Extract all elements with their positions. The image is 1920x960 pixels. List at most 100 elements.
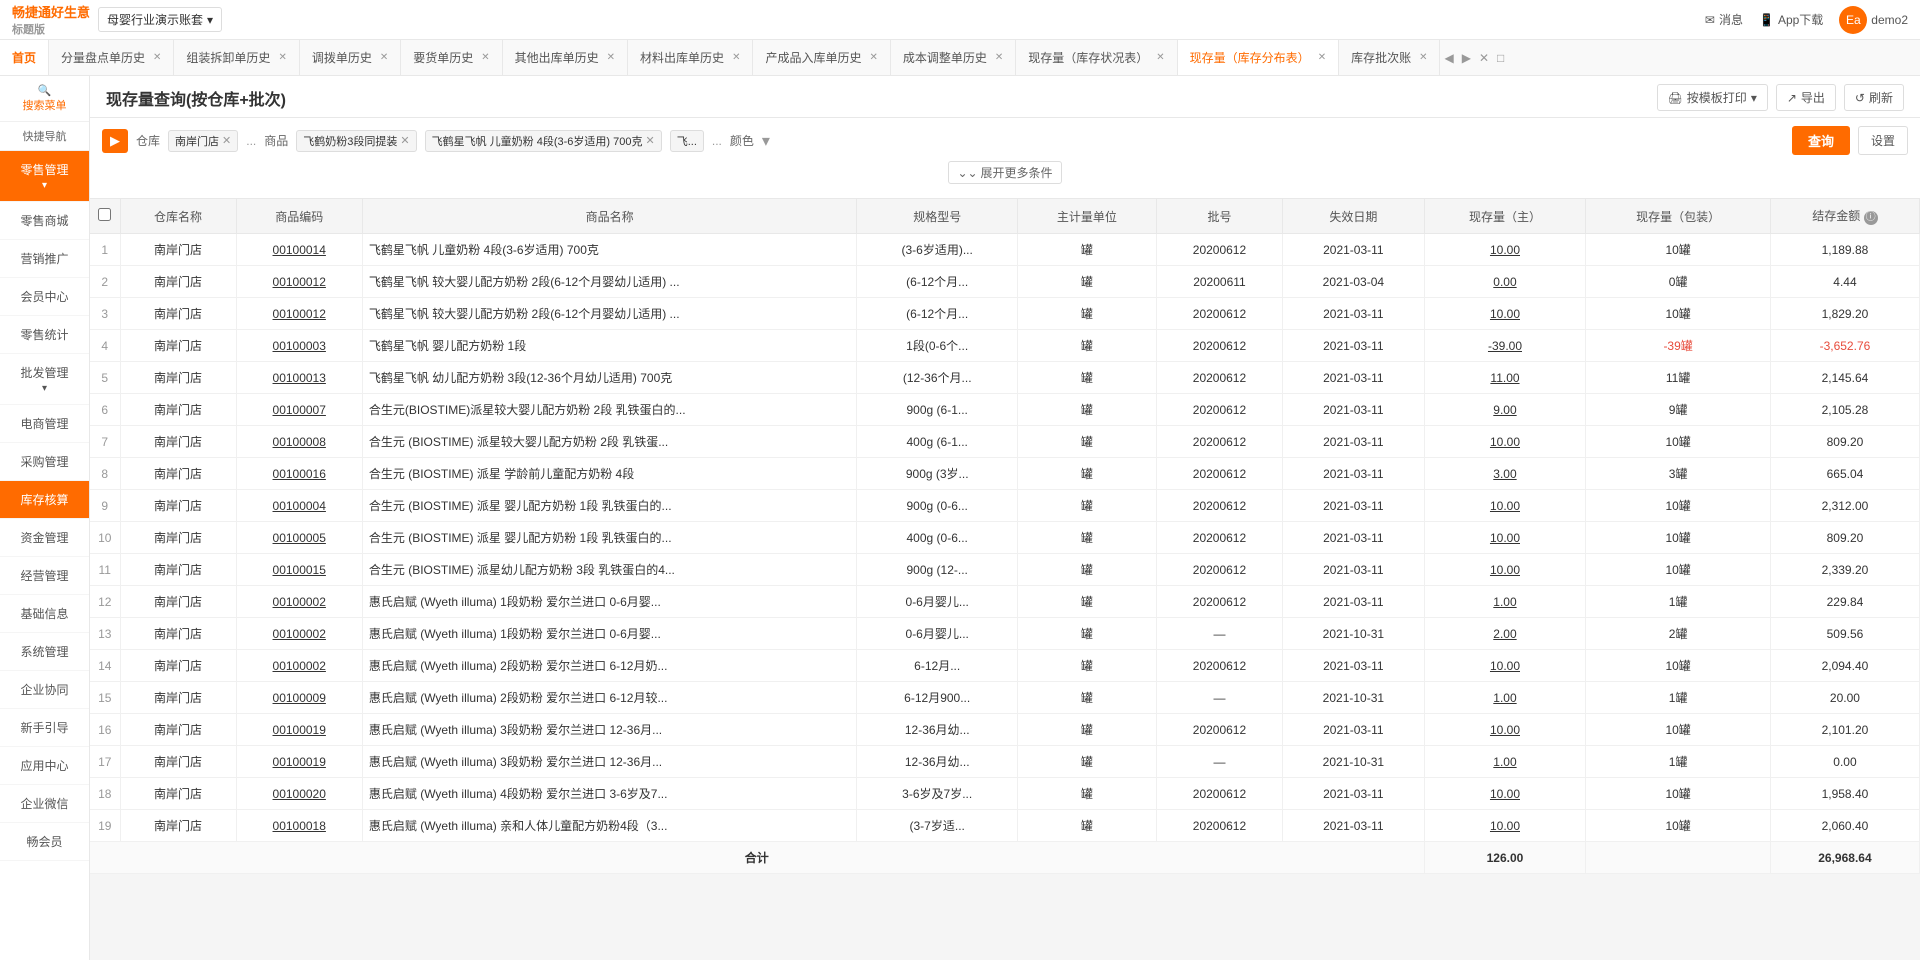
sidebar-item-shangcheng[interactable]: 零售商城 [0,202,89,240]
tab-xianzai2[interactable]: 现存量（库存分布表） ✕ [1178,40,1339,75]
sidebar-item-xinshou[interactable]: 新手引导 [0,709,89,747]
filter-dots-2[interactable]: ... [712,134,722,148]
cell-qty-main[interactable]: 10.00 [1424,714,1586,746]
tab-menu-button[interactable]: □ [1493,51,1508,65]
tab-close-icon[interactable]: ✕ [607,52,615,63]
remove-warehouse-filter-icon[interactable]: ✕ [222,134,231,147]
cell-qty-main[interactable]: 10.00 [1424,298,1586,330]
cell-qty-main[interactable]: 1.00 [1424,586,1586,618]
warehouse-filter-tag[interactable]: 南岸门店 ✕ [168,130,238,152]
select-all-checkbox[interactable] [98,208,111,221]
message-button[interactable]: ✉ 消息 [1705,11,1743,28]
cell-qty-main[interactable]: 10.00 [1424,522,1586,554]
cell-code[interactable]: 00100003 [236,330,362,362]
sidebar-item-caigou[interactable]: 采购管理 [0,443,89,481]
remove-product-filter-1-icon[interactable]: ✕ [400,134,409,147]
tab-close-icon[interactable]: ✕ [153,52,161,63]
cell-qty-main[interactable]: 2.00 [1424,618,1586,650]
sidebar-item-qiye[interactable]: 企业协同 [0,671,89,709]
sidebar-item-xitong[interactable]: 系统管理 [0,633,89,671]
sidebar-item-chaohui[interactable]: 畅会员 [0,823,89,861]
sidebar-item-lingxiao[interactable]: 零售管理 ▾ [0,151,89,202]
cell-code[interactable]: 00100013 [236,362,362,394]
warehouse-selector[interactable]: 母婴行业演示账套 ▾ [98,7,222,32]
sidebar-item-yingxiao[interactable]: 营销推广 [0,240,89,278]
cell-qty-main[interactable]: 10.00 [1424,490,1586,522]
cell-code[interactable]: 00100007 [236,394,362,426]
user-avatar[interactable]: Ea demo2 [1839,6,1908,34]
sidebar-item-weixin[interactable]: 企业微信 [0,785,89,823]
tab-close-icon[interactable]: ✕ [869,52,877,63]
tab-next-button[interactable]: ▶ [1458,51,1475,65]
tab-chengben[interactable]: 成本调整单历史 ✕ [891,40,1016,75]
tab-xianzai1[interactable]: 现存量（库存状况表） ✕ [1016,40,1177,75]
sidebar-item-zijin[interactable]: 资金管理 [0,519,89,557]
expand-more-button[interactable]: ⌄⌄ 展开更多条件 [948,161,1061,184]
tab-close-icon[interactable]: ✕ [278,52,286,63]
sidebar-item-huiyuan[interactable]: 会员中心 [0,278,89,316]
tab-qita[interactable]: 其他出库单历史 ✕ [503,40,628,75]
tab-close-icon[interactable]: ✕ [380,52,388,63]
settings-button[interactable]: 设置 [1858,126,1908,155]
sidebar-item-tongji[interactable]: 零售统计 [0,316,89,354]
tab-chanjin[interactable]: 产成品入库单历史 ✕ [753,40,890,75]
sidebar-search[interactable]: 🔍 搜索菜单 [0,76,89,122]
cell-qty-main[interactable]: 0.00 [1424,266,1586,298]
tab-zuche[interactable]: 组装拆卸单历史 ✕ [174,40,299,75]
export-button[interactable]: ↗ 导出 [1776,84,1836,111]
cell-qty-main[interactable]: 1.00 [1424,682,1586,714]
tab-close-icon[interactable]: ✕ [481,52,489,63]
tab-close-icon[interactable]: ✕ [995,52,1003,63]
tab-fenban[interactable]: 分量盘点单历史 ✕ [49,40,174,75]
cell-code[interactable]: 00100019 [236,746,362,778]
cell-code[interactable]: 00100018 [236,810,362,842]
cell-code[interactable]: 00100014 [236,234,362,266]
sidebar-quick-nav[interactable]: 快捷导航 [0,122,89,151]
filter-dots[interactable]: ... [246,134,256,148]
cell-code[interactable]: 00100012 [236,266,362,298]
cell-code[interactable]: 00100008 [236,426,362,458]
sidebar-item-yingyong[interactable]: 应用中心 [0,747,89,785]
tab-close-icon[interactable]: ✕ [1318,52,1326,63]
cell-code[interactable]: 00100019 [236,714,362,746]
cell-qty-main[interactable]: 10.00 [1424,554,1586,586]
cell-code[interactable]: 00100004 [236,490,362,522]
sidebar-item-dianshang[interactable]: 电商管理 [0,405,89,443]
cell-qty-main[interactable]: 10.00 [1424,810,1586,842]
cell-code[interactable]: 00100005 [236,522,362,554]
print-button[interactable]: 🖨 按模板打印 ▾ [1657,84,1768,111]
remove-product-filter-2-icon[interactable]: ✕ [645,134,654,147]
product-filter-more[interactable]: 飞... [670,130,704,152]
query-button[interactable]: 查询 [1792,126,1850,155]
tab-prev-button[interactable]: ◀ [1440,51,1457,65]
amount-info-icon[interactable]: ⓘ [1864,211,1878,225]
sidebar-item-jingying[interactable]: 经营管理 [0,557,89,595]
tab-cailiao[interactable]: 材料出库单历史 ✕ [628,40,753,75]
cell-code[interactable]: 00100002 [236,650,362,682]
tab-close-icon[interactable]: ✕ [1156,52,1164,63]
cell-code[interactable]: 00100012 [236,298,362,330]
tab-yaozhuo[interactable]: 要货单历史 ✕ [401,40,502,75]
sidebar-item-jichu[interactable]: 基础信息 [0,595,89,633]
cell-qty-main[interactable]: 10.00 [1424,234,1586,266]
tab-diaochai[interactable]: 调拨单历史 ✕ [300,40,401,75]
tab-kupi[interactable]: 库存批次账 ✕ [1339,40,1440,75]
cell-code[interactable]: 00100015 [236,554,362,586]
app-download-button[interactable]: 📱 App下载 [1759,11,1823,28]
sidebar-item-kucun[interactable]: 库存核算 [0,481,89,519]
cell-code[interactable]: 00100002 [236,586,362,618]
cell-qty-main[interactable]: 10.00 [1424,778,1586,810]
cell-qty-main[interactable]: 3.00 [1424,458,1586,490]
product-filter-tag-2[interactable]: 飞鹤星飞帆 儿童奶粉 4段(3-6岁适用) 700克 ✕ [425,130,662,152]
col-checkbox[interactable] [90,199,120,234]
sidebar-item-pifa[interactable]: 批发管理 ▾ [0,354,89,405]
cell-code[interactable]: 00100002 [236,618,362,650]
cell-qty-main[interactable]: 10.00 [1424,650,1586,682]
cell-qty-main[interactable]: 1.00 [1424,746,1586,778]
cell-code[interactable]: 00100009 [236,682,362,714]
product-filter-tag-1[interactable]: 飞鹤奶粉3段同提装 ✕ [296,130,416,152]
tab-close-icon[interactable]: ✕ [1419,52,1427,63]
tab-close-all-button[interactable]: ✕ [1475,51,1493,65]
cell-qty-main[interactable]: 9.00 [1424,394,1586,426]
refresh-button[interactable]: ↺ 刷新 [1844,84,1904,111]
